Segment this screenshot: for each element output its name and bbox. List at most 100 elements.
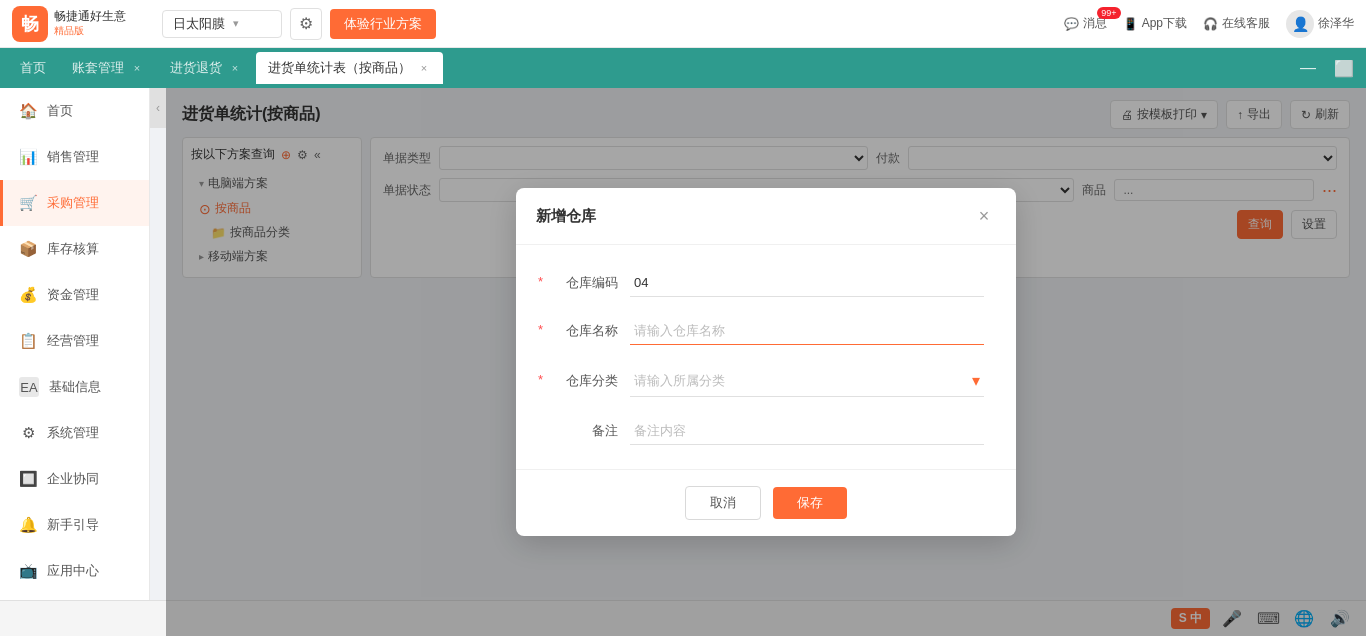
apps-icon: 📺: [19, 562, 37, 580]
guide-icon: 🔔: [19, 516, 37, 534]
tab-purchase-stat-label: 进货单统计表（按商品）: [268, 59, 411, 77]
sidebar-item-purchase-label: 采购管理: [47, 194, 99, 212]
category-arrow-icon: ▾: [972, 371, 980, 390]
chevron-down-icon: ▾: [233, 17, 239, 30]
username: 徐泽华: [1318, 15, 1354, 32]
system-icon: ⚙: [19, 424, 37, 442]
message-icon: 💬: [1064, 17, 1079, 31]
form-row-category: 仓库分类 请输入所属分类 ▾: [548, 365, 984, 397]
sidebar-item-inventory[interactable]: 📦 库存核算: [0, 226, 149, 272]
warehouse-category-select[interactable]: 请输入所属分类 ▾: [630, 365, 984, 397]
sidebar-item-inventory-label: 库存核算: [47, 240, 99, 258]
form-label-name: 仓库名称: [548, 322, 618, 340]
sidebar-item-guide[interactable]: 🔔 新手引导: [0, 502, 149, 548]
dialog-close-button[interactable]: ×: [972, 204, 996, 228]
store-name: 日太阳膜: [173, 15, 225, 33]
sidebar-item-apps-label: 应用中心: [47, 562, 99, 580]
logo-icon: 畅: [12, 6, 48, 42]
top-bar: 畅 畅捷通好生意 精品版 日太阳膜 ▾ ⚙ 体验行业方案 💬 消息 99+ 📱 …: [0, 0, 1366, 48]
sidebar-item-basic-label: 基础信息: [49, 378, 101, 396]
sidebar: 🏠 首页 📊 销售管理 🛒 采购管理 📦 库存核算 💰 资金管理 📋 经营管理 …: [0, 88, 150, 636]
tab-home[interactable]: 首页: [8, 52, 58, 84]
sidebar-item-system-label: 系统管理: [47, 424, 99, 442]
home-icon: 🏠: [19, 102, 37, 120]
sidebar-item-enterprise[interactable]: 🔲 企业协同: [0, 456, 149, 502]
message-item[interactable]: 💬 消息 99+: [1064, 15, 1107, 32]
logo-sub: 精品版: [54, 24, 126, 38]
store-select[interactable]: 日太阳膜 ▾: [162, 10, 282, 38]
dialog-title: 新增仓库: [536, 207, 596, 226]
sidebar-collapse-button[interactable]: ‹: [150, 88, 166, 128]
new-warehouse-dialog: 新增仓库 × 仓库编码 仓库名称 仓库分类: [516, 188, 1016, 536]
inventory-icon: 📦: [19, 240, 37, 258]
phone-icon: 📱: [1123, 17, 1138, 31]
sidebar-item-operation-label: 经营管理: [47, 332, 99, 350]
tab-home-label: 首页: [20, 59, 46, 77]
chevron-left-icon: ‹: [156, 101, 160, 115]
app-download-label: App下载: [1142, 15, 1187, 32]
sidebar-item-basic[interactable]: EA 基础信息: [0, 364, 149, 410]
sales-icon: 📊: [19, 148, 37, 166]
avatar: 👤: [1286, 10, 1314, 38]
tab-account[interactable]: 账套管理 ×: [60, 52, 156, 84]
basic-icon: EA: [19, 377, 39, 397]
top-bar-center: 日太阳膜 ▾ ⚙ 体验行业方案: [162, 8, 1048, 40]
warehouse-name-input[interactable]: [630, 317, 984, 345]
sidebar-item-apps[interactable]: 📺 应用中心: [0, 548, 149, 594]
sidebar-item-guide-label: 新手引导: [47, 516, 99, 534]
save-button[interactable]: 保存: [773, 487, 847, 519]
sidebar-item-purchase[interactable]: 🛒 采购管理: [0, 180, 149, 226]
sidebar-item-enterprise-label: 企业协同: [47, 470, 99, 488]
warehouse-remark-input[interactable]: [630, 417, 984, 445]
tab-account-label: 账套管理: [72, 59, 124, 77]
form-label-category: 仓库分类: [548, 372, 618, 390]
logo-text: 畅捷通好生意: [54, 9, 126, 25]
sidebar-item-operation[interactable]: 📋 经营管理: [0, 318, 149, 364]
warehouse-category-placeholder: 请输入所属分类: [634, 372, 972, 390]
app-download-item[interactable]: 📱 App下载: [1123, 15, 1187, 32]
top-bar-right: 💬 消息 99+ 📱 App下载 🎧 在线客服 👤 徐泽华: [1064, 10, 1354, 38]
tab-maximize-icon[interactable]: ⬜: [1330, 54, 1358, 82]
online-service-item[interactable]: 🎧 在线客服: [1203, 15, 1270, 32]
main-layout: 🏠 首页 📊 销售管理 🛒 采购管理 📦 库存核算 💰 资金管理 📋 经营管理 …: [0, 88, 1366, 636]
content-area: 进货单统计(按商品) 🖨 按模板打印 ▾ ↑ 导出 ↻ 刷新: [166, 88, 1366, 636]
form-label-code: 仓库编码: [548, 274, 618, 292]
user-area[interactable]: 👤 徐泽华: [1286, 10, 1354, 38]
tab-purchase-return-label: 进货退货: [170, 59, 222, 77]
logo-area: 畅 畅捷通好生意 精品版: [12, 6, 162, 42]
form-label-remark: 备注: [548, 422, 618, 440]
sidebar-item-sales-label: 销售管理: [47, 148, 99, 166]
tab-purchase-return-close[interactable]: ×: [228, 61, 242, 75]
tab-purchase-stat-close[interactable]: ×: [417, 61, 431, 75]
form-row-name: 仓库名称: [548, 317, 984, 345]
modal-overlay: 新增仓库 × 仓库编码 仓库名称 仓库分类: [166, 88, 1366, 636]
operation-icon: 📋: [19, 332, 37, 350]
online-service-label: 在线客服: [1222, 15, 1270, 32]
sidebar-item-system[interactable]: ⚙ 系统管理: [0, 410, 149, 456]
settings-icon[interactable]: ⚙: [290, 8, 322, 40]
headset-icon: 🎧: [1203, 17, 1218, 31]
tab-account-close[interactable]: ×: [130, 61, 144, 75]
message-badge: 99+: [1097, 7, 1120, 19]
tab-purchase-return[interactable]: 进货退货 ×: [158, 52, 254, 84]
tabs-bar-right: — ⬜: [1294, 54, 1358, 82]
trial-button[interactable]: 体验行业方案: [330, 9, 436, 39]
form-row-remark: 备注: [548, 417, 984, 445]
form-row-code: 仓库编码: [548, 269, 984, 297]
warehouse-code-input[interactable]: [630, 269, 984, 297]
tab-minimize-icon[interactable]: —: [1294, 54, 1322, 82]
sidebar-item-sales[interactable]: 📊 销售管理: [0, 134, 149, 180]
enterprise-icon: 🔲: [19, 470, 37, 488]
dialog-footer: 取消 保存: [516, 469, 1016, 536]
sidebar-item-home[interactable]: 🏠 首页: [0, 88, 149, 134]
cancel-button[interactable]: 取消: [685, 486, 761, 520]
dialog-header: 新增仓库 ×: [516, 188, 1016, 245]
dialog-body: 仓库编码 仓库名称 仓库分类 请输入所属分类 ▾: [516, 245, 1016, 469]
tabs-bar: 首页 账套管理 × 进货退货 × 进货单统计表（按商品） × — ⬜: [0, 48, 1366, 88]
finance-icon: 💰: [19, 286, 37, 304]
sidebar-item-finance-label: 资金管理: [47, 286, 99, 304]
sidebar-item-home-label: 首页: [47, 102, 73, 120]
sidebar-item-finance[interactable]: 💰 资金管理: [0, 272, 149, 318]
purchase-icon: 🛒: [19, 194, 37, 212]
tab-purchase-stat[interactable]: 进货单统计表（按商品） ×: [256, 52, 443, 84]
